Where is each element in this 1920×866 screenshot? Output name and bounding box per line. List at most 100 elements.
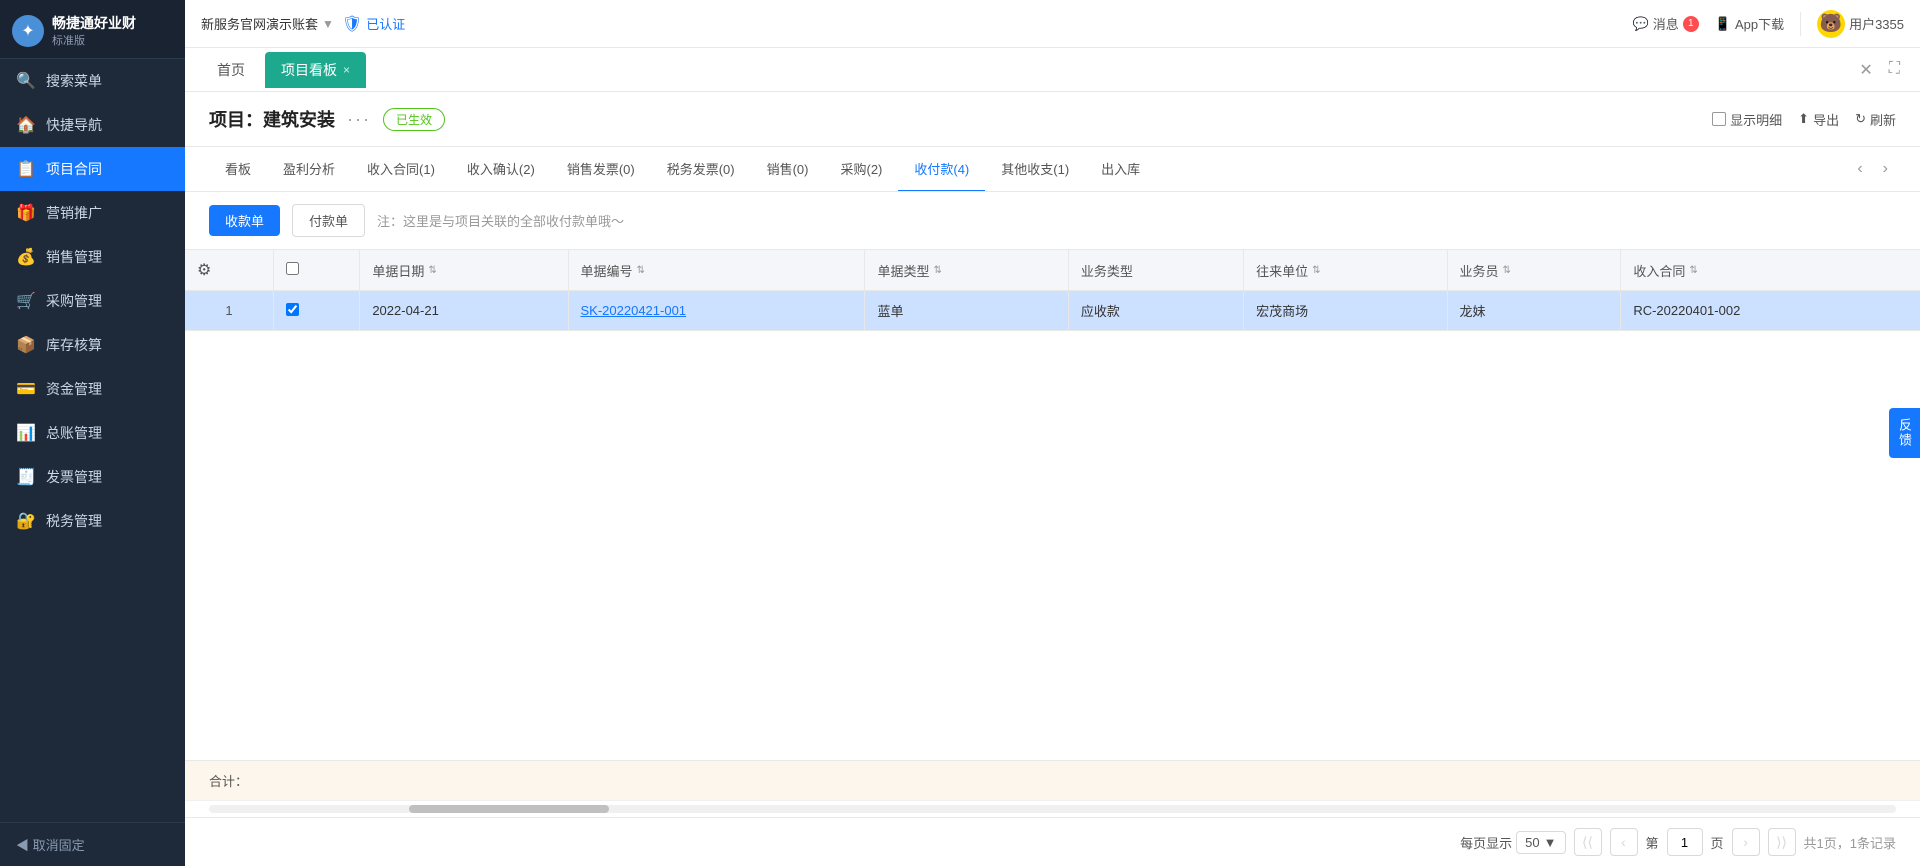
total-label: 合计：	[209, 771, 248, 790]
subtab-1[interactable]: 盈利分析	[267, 147, 351, 192]
sidebar-label-1: 快捷导航	[46, 115, 102, 135]
sidebar-item-0[interactable]: 🔍 搜索菜单	[0, 59, 185, 103]
settings-icon[interactable]: ⚙	[197, 262, 211, 279]
fake-scrollbar[interactable]	[209, 805, 1896, 813]
account-selector[interactable]: 新服务官网演示账套 ▼	[201, 14, 334, 33]
sidebar-item-10[interactable]: 🔐 税务管理	[0, 499, 185, 543]
app-download-btn[interactable]: 📱 App下载	[1715, 14, 1784, 33]
tab-close-icon[interactable]: ×	[343, 63, 350, 77]
page-next-btn[interactable]: ›	[1732, 828, 1760, 856]
user-menu[interactable]: 🐻 用户3355	[1817, 10, 1904, 38]
refresh-btn[interactable]: ↻ 刷新	[1855, 110, 1896, 129]
sidebar-label-4: 销售管理	[46, 247, 102, 267]
th-contract[interactable]: 收入合同 ⇅	[1621, 250, 1920, 291]
export-btn[interactable]: ⬆ 导出	[1798, 110, 1839, 129]
th-date[interactable]: 单据日期 ⇅	[360, 250, 568, 291]
table-body: 1 2022-04-21 SK-20220421-001 蓝单 应收款 宏茂商场…	[185, 291, 1920, 331]
sidebar-label-0: 搜索菜单	[46, 71, 102, 91]
sidebar-icon-4: 💰	[16, 247, 36, 267]
sidebar-item-7[interactable]: 💳 资金管理	[0, 367, 185, 411]
show-detail-checkbox[interactable]: 显示明细	[1712, 110, 1782, 129]
subtab-5[interactable]: 税务发票(0)	[651, 147, 751, 192]
th-settings[interactable]: ⚙	[185, 250, 273, 291]
th-number[interactable]: 单据编号 ⇅	[568, 250, 865, 291]
th-partner-label: 往来单位	[1256, 261, 1308, 280]
th-salesperson[interactable]: 业务员 ⇅	[1447, 250, 1621, 291]
per-page-label: 每页显示	[1460, 833, 1512, 852]
row-salesperson: 龙妹	[1447, 291, 1621, 331]
sidebar-label-2: 项目合同	[46, 159, 102, 179]
pagination: 每页显示 50 ▼ ⟨⟨ ‹ 第 页 › ⟩⟩ 共1页，1条记录	[185, 817, 1920, 866]
sidebar-icon-5: 🛒	[16, 291, 36, 311]
shoukuan-btn[interactable]: 收款单	[209, 205, 280, 236]
subtab-7[interactable]: 采购(2)	[824, 147, 898, 192]
table-row[interactable]: 1 2022-04-21 SK-20220421-001 蓝单 应收款 宏茂商场…	[185, 291, 1920, 331]
sidebar-item-2[interactable]: 📋 项目合同	[0, 147, 185, 191]
project-name: 建筑安装	[263, 110, 335, 130]
sidebar-item-8[interactable]: 📊 总账管理	[0, 411, 185, 455]
show-detail-label: 显示明细	[1730, 110, 1782, 129]
refresh-icon: ↻	[1855, 111, 1866, 127]
row-biz-type: 应收款	[1068, 291, 1243, 331]
page-number-input[interactable]	[1667, 828, 1703, 856]
sidebar-label-6: 库存核算	[46, 335, 102, 355]
subtab-0[interactable]: 看板	[209, 147, 267, 192]
sidebar-item-6[interactable]: 📦 库存核算	[0, 323, 185, 367]
maximize-btn[interactable]: ⛶	[1885, 56, 1904, 84]
row-contract: RC-20220401-002	[1621, 291, 1920, 331]
select-all-checkbox[interactable]	[286, 262, 299, 275]
row-number-link[interactable]: SK-20220421-001	[581, 303, 687, 318]
close-window-btn[interactable]: ✕	[1855, 56, 1876, 84]
sidebar-icon-1: 🏠	[16, 115, 36, 135]
row-select-checkbox[interactable]	[286, 303, 299, 316]
subtab-4[interactable]: 销售发票(0)	[551, 147, 651, 192]
subtab-3[interactable]: 收入确认(2)	[451, 147, 551, 192]
th-partner[interactable]: 往来单位 ⇅	[1244, 250, 1447, 291]
sidebar-item-9[interactable]: 🧾 发票管理	[0, 455, 185, 499]
project-more-btn[interactable]: ···	[347, 109, 371, 130]
sidebar-label-3: 营销推广	[46, 203, 102, 223]
sidebar-item-4[interactable]: 💰 销售管理	[0, 235, 185, 279]
sidebar-item-1[interactable]: 🏠 快捷导航	[0, 103, 185, 147]
tab-bar: 首页 项目看板 × ✕ ⛶	[185, 48, 1920, 92]
page-first-btn[interactable]: ⟨⟨	[1574, 828, 1602, 856]
sidebar-icon-0: 🔍	[16, 71, 36, 91]
th-checkbox	[273, 250, 359, 291]
messages-btn[interactable]: 💬 消息 1	[1633, 14, 1699, 33]
avatar: 🐻	[1817, 10, 1845, 38]
subtab-9[interactable]: 其他收支(1)	[985, 147, 1085, 192]
subtab-10[interactable]: 出入库	[1085, 147, 1156, 192]
sidebar-unpin[interactable]: ◀ 取消固定	[0, 822, 185, 866]
sidebar-item-5[interactable]: 🛒 采购管理	[0, 279, 185, 323]
table-container: ⚙ 单据日期 ⇅ 单据编号	[185, 250, 1920, 760]
page-prev-btn[interactable]: ‹	[1610, 828, 1638, 856]
subtab-2[interactable]: 收入合同(1)	[351, 147, 451, 192]
subtab-next-btn[interactable]: ›	[1875, 156, 1896, 182]
phone-icon: 📱	[1715, 16, 1731, 32]
sidebar-label-10: 税务管理	[46, 511, 102, 531]
row-number[interactable]: SK-20220421-001	[568, 291, 865, 331]
subtab-6[interactable]: 销售(0)	[751, 147, 825, 192]
project-title-prefix: 项目：	[209, 110, 263, 130]
feedback-btn[interactable]: 反馈	[1889, 408, 1920, 458]
page-size-dropdown[interactable]: 50 ▼	[1516, 831, 1565, 854]
subtab-prev-btn[interactable]: ‹	[1849, 156, 1870, 182]
th-type[interactable]: 单据类型 ⇅	[865, 250, 1068, 291]
sidebar-icon-2: 📋	[16, 159, 36, 179]
tab-home[interactable]: 首页	[201, 52, 261, 88]
page-last-btn[interactable]: ⟩⟩	[1768, 828, 1796, 856]
scrollbar-thumb[interactable]	[409, 805, 609, 813]
tab-project-board[interactable]: 项目看板 ×	[265, 52, 366, 88]
row-checkbox[interactable]	[273, 291, 359, 331]
page-total: 共1页，1条记录	[1804, 833, 1896, 852]
row-date: 2022-04-21	[360, 291, 568, 331]
sort-date-icon: ⇅	[428, 265, 436, 276]
sidebar-icon-8: 📊	[16, 423, 36, 443]
sidebar-item-3[interactable]: 🎁 营销推广	[0, 191, 185, 235]
message-icon: 💬	[1633, 16, 1649, 32]
export-label: 导出	[1813, 110, 1839, 129]
sidebar-nav-list: 🔍 搜索菜单 🏠 快捷导航 📋 项目合同 🎁 营销推广 💰 销售管理 🛒 采购管…	[0, 59, 185, 822]
subtab-8[interactable]: 收付款(4)	[898, 147, 985, 192]
fukuan-btn[interactable]: 付款单	[292, 204, 365, 237]
table-header: ⚙ 单据日期 ⇅ 单据编号	[185, 250, 1920, 291]
